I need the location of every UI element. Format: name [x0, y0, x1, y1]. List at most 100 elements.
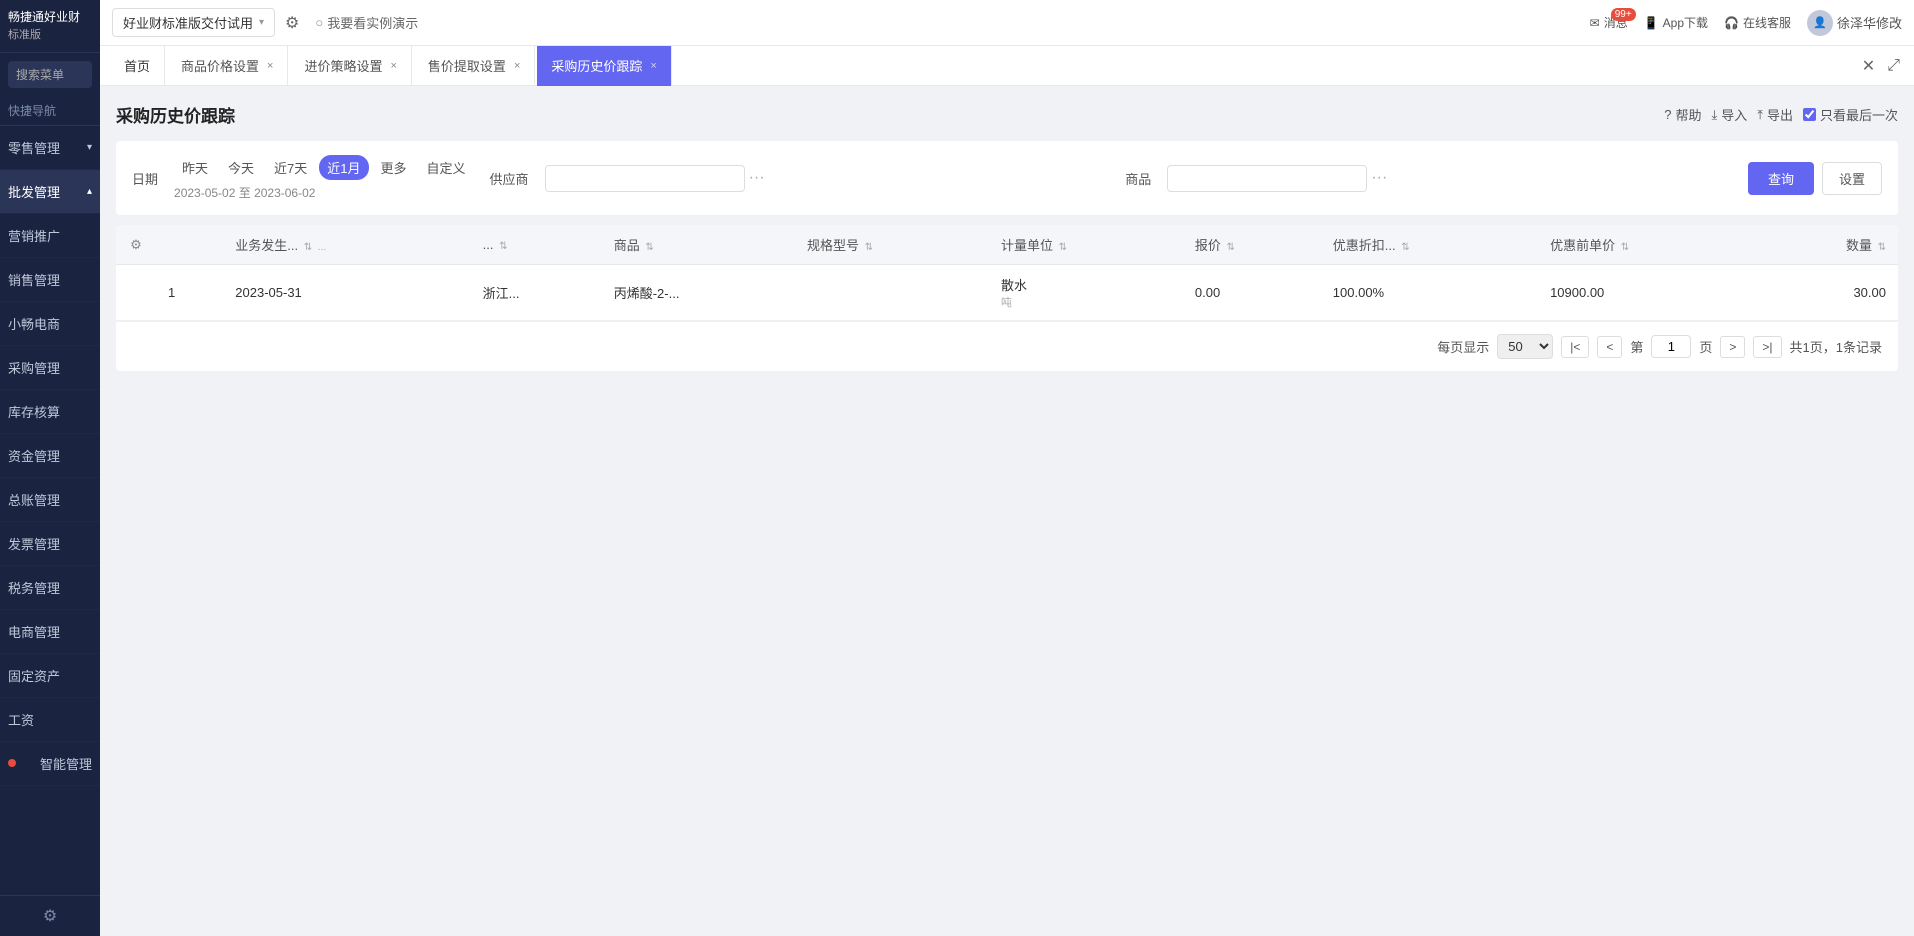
prev-page-button[interactable]: <: [1597, 336, 1622, 358]
close-icon[interactable]: ×: [390, 60, 396, 72]
tab-actions: ✕ ⤢: [1858, 54, 1904, 78]
sidebar-item-payroll[interactable]: 工资: [0, 698, 100, 742]
sort-icon: ⇅: [645, 242, 653, 253]
tab-label: 首页: [124, 56, 150, 75]
sidebar-item-ecommerce[interactable]: 电商管理: [0, 610, 100, 654]
help-button[interactable]: ? 帮助: [1664, 105, 1701, 124]
col-header-pre-discount: 优惠前单价 ⇅: [1538, 225, 1760, 265]
per-page-select[interactable]: 50 100 200: [1497, 334, 1553, 359]
import-icon: ⤓: [1711, 107, 1717, 123]
col-header-date: 业务发生... ⇅ ...: [223, 225, 470, 265]
row-pre-discount-price: 10900.00: [1538, 265, 1760, 321]
sidebar-item-marketing[interactable]: 营销推广: [0, 214, 100, 258]
sidebar-item-sales[interactable]: 销售管理: [0, 258, 100, 302]
demo-label: 我要看实例演示: [327, 13, 418, 32]
sidebar-search-wrap: 搜索菜单: [0, 53, 100, 96]
last-only-checkbox-label[interactable]: 只看最后一次: [1803, 105, 1898, 124]
supplier-input[interactable]: [545, 165, 745, 192]
tab-product-price[interactable]: 商品价格设置 ×: [167, 46, 288, 86]
first-page-button[interactable]: |<: [1561, 336, 1589, 358]
close-icon[interactable]: ×: [267, 60, 273, 72]
sidebar-search-button[interactable]: 搜索菜单: [8, 61, 92, 88]
gear-icon[interactable]: ⚙: [43, 906, 57, 926]
chevron-up-icon: ▴: [87, 186, 92, 197]
sidebar-item-inventory[interactable]: 库存核算: [0, 390, 100, 434]
tab-purchase-strategy[interactable]: 进价策略设置 ×: [290, 46, 411, 86]
settings-icon[interactable]: ⚙: [285, 13, 299, 33]
close-icon[interactable]: ×: [650, 60, 656, 72]
app-logo-badge: 标准版: [8, 26, 80, 42]
date-btn-today[interactable]: 今天: [220, 155, 262, 180]
date-btn-1month[interactable]: 近1月: [319, 155, 368, 180]
sort-icon: ⇅: [1621, 242, 1629, 253]
col-header-spec: 规格型号 ⇅: [795, 225, 989, 265]
user-menu[interactable]: 👤 徐泽华修改: [1807, 10, 1902, 36]
message-badge: 99+: [1611, 8, 1636, 21]
last-only-checkbox[interactable]: [1803, 108, 1816, 121]
download-icon: 📱: [1644, 16, 1659, 30]
sort-icon: ⇅: [865, 242, 873, 253]
last-page-button[interactable]: >|: [1753, 336, 1781, 358]
col-header-settings: ⚙: [116, 225, 156, 265]
tab-purchase-history[interactable]: 采购历史价跟踪 ×: [537, 46, 671, 86]
expand-tab-button[interactable]: ⤢: [1883, 54, 1904, 78]
sidebar-item-finance[interactable]: 资金管理: [0, 434, 100, 478]
headset-icon: 🎧: [1724, 16, 1739, 30]
tabs-bar: 首页 商品价格设置 × 进价策略设置 × 售价提取设置 × 采购历史价跟踪 × …: [100, 46, 1914, 86]
settings-button[interactable]: 设置: [1822, 162, 1882, 195]
import-button[interactable]: ⤓ 导入: [1711, 105, 1747, 124]
sort-icon: ⇅: [1059, 242, 1067, 253]
sidebar-item-wholesale[interactable]: 批发管理 ▴: [0, 170, 100, 214]
online-service-button[interactable]: 🎧 在线客服: [1724, 14, 1791, 31]
filter-row: 日期 昨天 今天 近7天 近1月 更多 自定义 2023-05-02 至 202…: [132, 155, 1882, 201]
sidebar-item-smart[interactable]: 智能管理: [0, 742, 100, 786]
sidebar-item-ledger[interactable]: 总账管理: [0, 478, 100, 522]
sidebar-item-tax[interactable]: 税务管理: [0, 566, 100, 610]
date-btn-more[interactable]: 更多: [373, 155, 415, 180]
supplier-more-icon[interactable]: ···: [749, 169, 765, 187]
sidebar-quicknav[interactable]: 快捷导航: [0, 96, 100, 126]
col-header-price: 报价 ⇅: [1183, 225, 1321, 265]
close-icon[interactable]: ×: [514, 60, 520, 72]
sidebar-item-label: 库存核算: [8, 402, 60, 421]
date-btn-custom[interactable]: 自定义: [419, 155, 474, 180]
sidebar-item-invoice[interactable]: 发票管理: [0, 522, 100, 566]
chevron-down-icon: ▾: [259, 17, 264, 28]
tab-sale-price[interactable]: 售价提取设置 ×: [414, 46, 535, 86]
sidebar-item-label: 小畅电商: [8, 314, 60, 333]
app-download-button[interactable]: 📱 App下载: [1644, 14, 1708, 31]
close-tab-button[interactable]: ✕: [1858, 54, 1879, 78]
export-button[interactable]: ⤒ 导出: [1757, 105, 1793, 124]
sidebar-item-label: 总账管理: [8, 490, 60, 509]
sidebar-item-ecommerce-small[interactable]: 小畅电商: [0, 302, 100, 346]
help-label: 帮助: [1675, 105, 1701, 124]
table-settings-icon[interactable]: ⚙: [130, 237, 142, 252]
tab-label: 采购历史价跟踪: [551, 56, 642, 75]
date-btn-7days[interactable]: 近7天: [266, 155, 315, 180]
main-area: 好业财标准版交付试用 ▾ ⚙ ○ 我要看实例演示 ✉ 99+ 消息 📱 App下…: [100, 0, 1914, 936]
product-input[interactable]: [1167, 165, 1367, 192]
filter-panel: 日期 昨天 今天 近7天 近1月 更多 自定义 2023-05-02 至 202…: [116, 141, 1898, 215]
message-button[interactable]: ✉ 99+ 消息: [1590, 14, 1628, 31]
pagination: 每页显示 50 100 200 |< < 第 页 > >| 共1页，1条记录: [116, 321, 1898, 371]
filter-icon[interactable]: ...: [318, 242, 326, 253]
tab-label: 商品价格设置: [181, 56, 259, 75]
demo-button[interactable]: ○ 我要看实例演示: [315, 13, 418, 32]
tab-home[interactable]: 首页: [110, 46, 165, 86]
page-header: 采购历史价跟踪 ? 帮助 ⤓ 导入 ⤒ 导出 只看最后一次: [116, 102, 1898, 127]
supplier-filter-label: 供应商: [490, 169, 529, 188]
sidebar-item-label: 批发管理: [8, 182, 60, 201]
version-selector[interactable]: 好业财标准版交付试用 ▾: [112, 8, 275, 37]
sidebar-item-assets[interactable]: 固定资产: [0, 654, 100, 698]
sidebar-item-purchase[interactable]: 采购管理: [0, 346, 100, 390]
query-button[interactable]: 查询: [1748, 162, 1814, 195]
date-btn-yesterday[interactable]: 昨天: [174, 155, 216, 180]
product-filter-label: 商品: [1125, 169, 1151, 188]
row-date: 2023-05-31: [223, 265, 470, 321]
page-input[interactable]: [1651, 335, 1691, 358]
next-page-button[interactable]: >: [1720, 336, 1745, 358]
row-supplier: 浙江...: [471, 265, 602, 321]
product-more-icon[interactable]: ···: [1371, 169, 1387, 187]
sidebar-item-label: 采购管理: [8, 358, 60, 377]
sidebar-item-retail[interactable]: 零售管理 ▾: [0, 126, 100, 170]
